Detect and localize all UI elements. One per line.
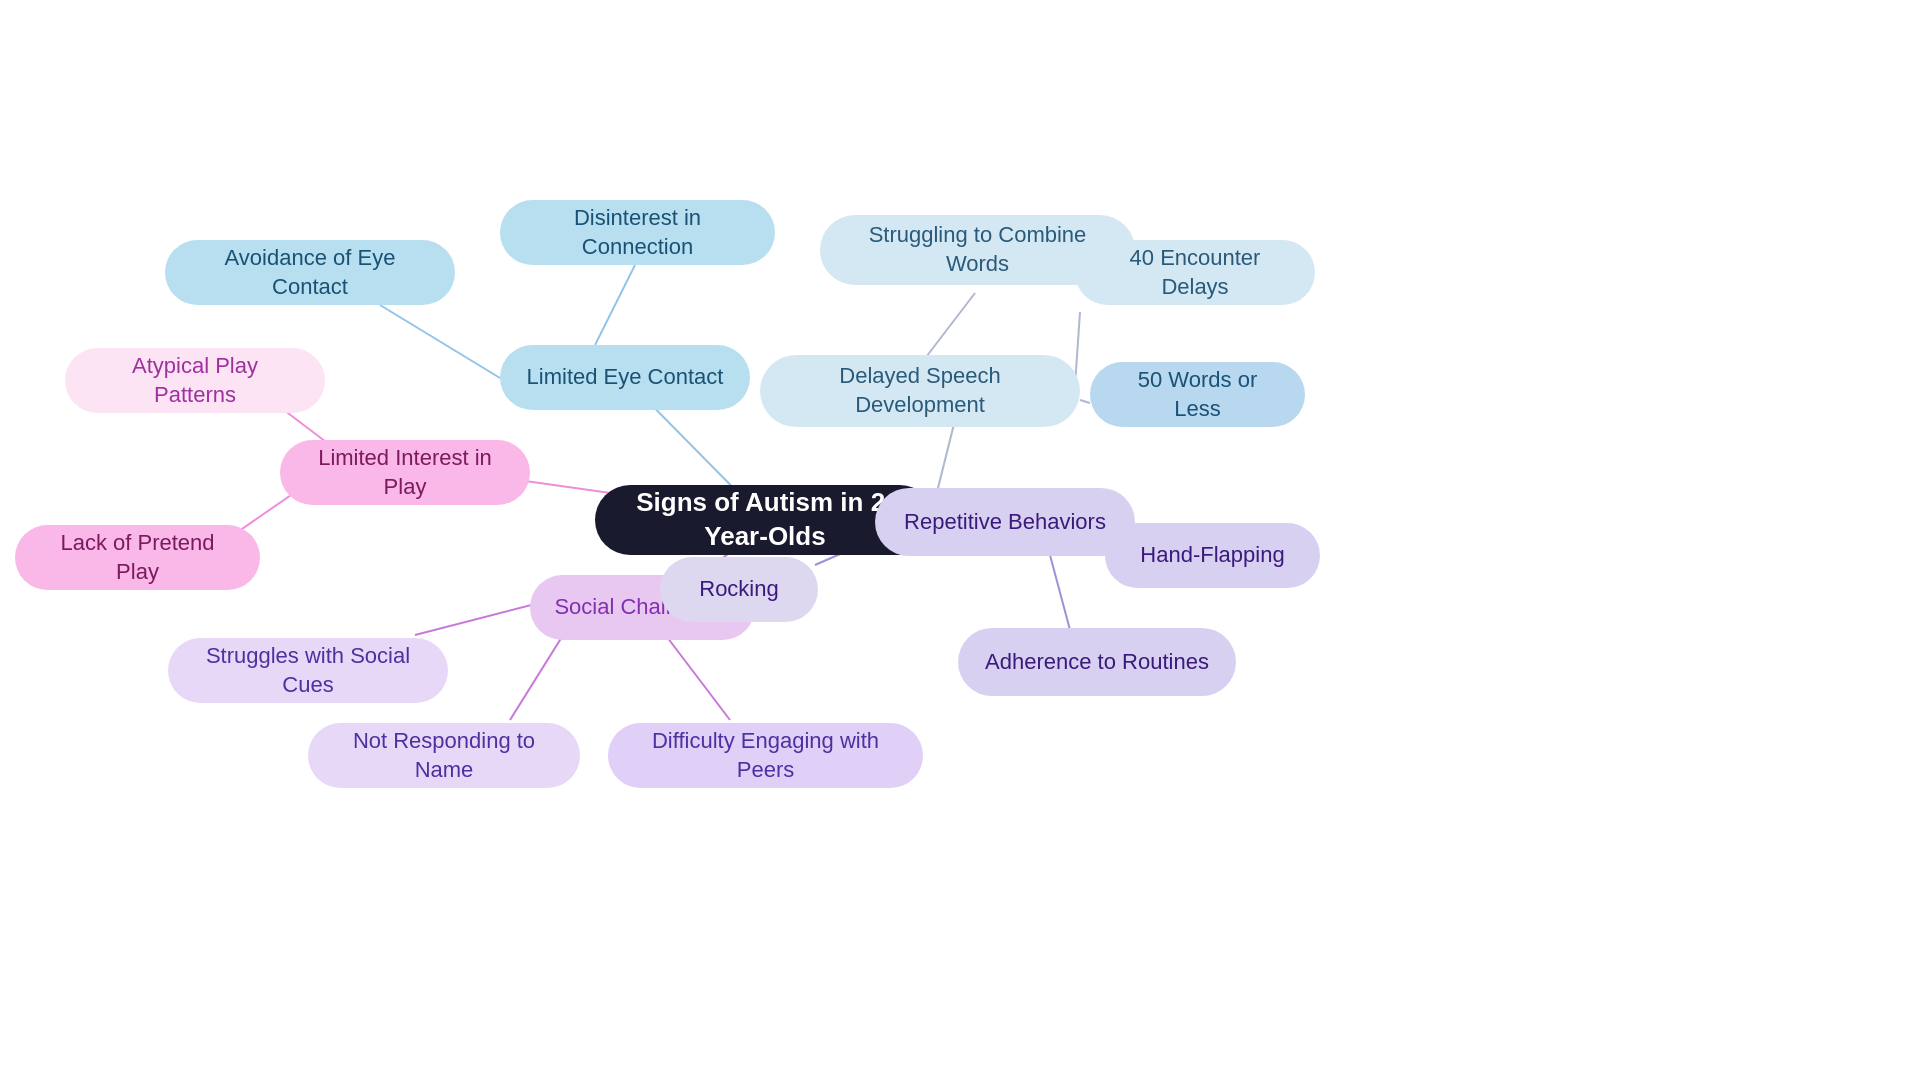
lack-pretend-node: Lack of Pretend Play [15, 525, 260, 590]
limited-interest-play-label: Limited Interest in Play [304, 444, 506, 501]
not-responding-node: Not Responding to Name [308, 723, 580, 788]
rocking-node: Rocking [660, 557, 818, 622]
limited-eye-contact-node: Limited Eye Contact [500, 345, 750, 410]
limited-interest-play-node: Limited Interest in Play [280, 440, 530, 505]
delayed-speech-label: Delayed Speech Development [784, 362, 1056, 419]
struggles-social-label: Struggles with Social Cues [192, 642, 424, 699]
disinterest-connection-label: Disinterest in Connection [524, 204, 751, 261]
svg-line-13 [1080, 400, 1090, 403]
center-label: Signs of Autism in 2-Year-Olds [619, 486, 911, 554]
repetitive-behaviors-label: Repetitive Behaviors [904, 508, 1106, 537]
avoidance-eye-node: Avoidance of Eye Contact [165, 240, 455, 305]
repetitive-behaviors-node: Repetitive Behaviors [875, 488, 1135, 556]
encounter-delays-label: 40 Encounter Delays [1099, 244, 1291, 301]
adherence-routines-label: Adherence to Routines [985, 648, 1209, 677]
difficulty-engaging-node: Difficulty Engaging with Peers [608, 723, 923, 788]
svg-line-1 [595, 265, 635, 345]
not-responding-label: Not Responding to Name [332, 727, 556, 784]
words-or-less-node: 50 Words or Less [1090, 362, 1305, 427]
delayed-speech-node: Delayed Speech Development [760, 355, 1080, 427]
disinterest-connection-node: Disinterest in Connection [500, 200, 775, 265]
lack-pretend-label: Lack of Pretend Play [39, 529, 236, 586]
struggles-social-node: Struggles with Social Cues [168, 638, 448, 703]
hand-flapping-label: Hand-Flapping [1140, 541, 1284, 570]
words-or-less-label: 50 Words or Less [1114, 366, 1281, 423]
atypical-play-node: Atypical Play Patterns [65, 348, 325, 413]
rocking-label: Rocking [699, 575, 778, 604]
difficulty-engaging-label: Difficulty Engaging with Peers [632, 727, 899, 784]
svg-line-17 [1050, 555, 1070, 630]
hand-flapping-node: Hand-Flapping [1105, 523, 1320, 588]
avoidance-eye-label: Avoidance of Eye Contact [189, 244, 431, 301]
atypical-play-label: Atypical Play Patterns [89, 352, 301, 409]
struggling-combine-label: Struggling to Combine Words [844, 221, 1111, 278]
limited-eye-contact-label: Limited Eye Contact [527, 363, 724, 392]
encounter-delays-node: 40 Encounter Delays [1075, 240, 1315, 305]
svg-line-2 [380, 305, 500, 378]
adherence-routines-node: Adherence to Routines [958, 628, 1236, 696]
